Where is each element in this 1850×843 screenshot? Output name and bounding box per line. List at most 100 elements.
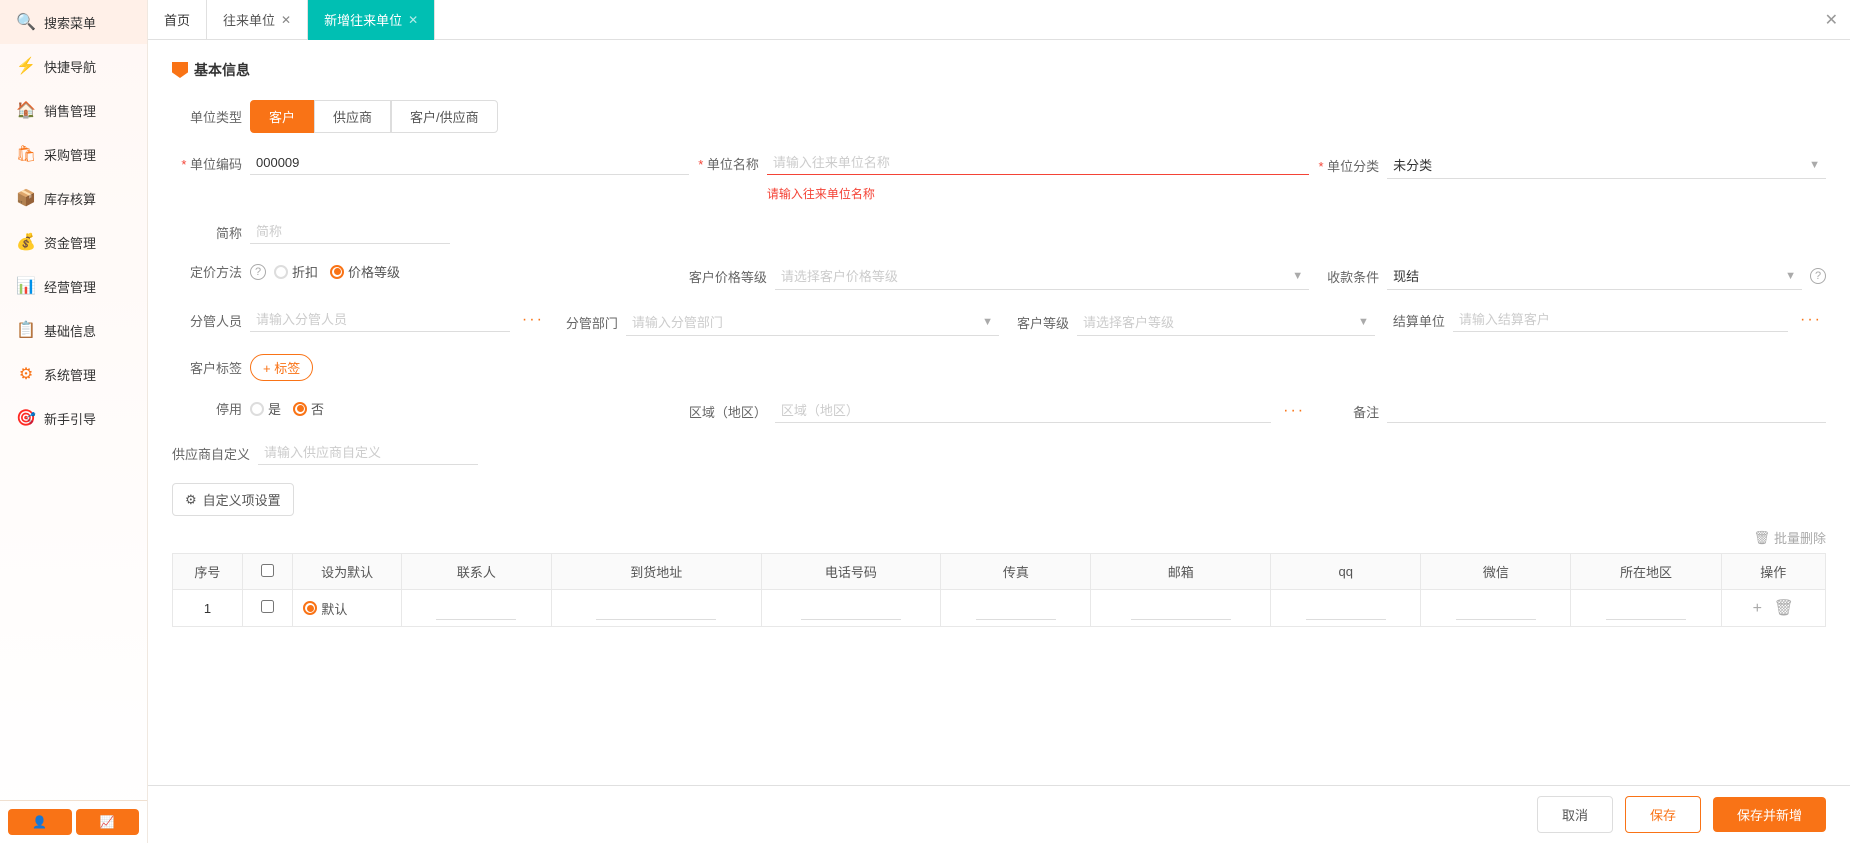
payment-terms-select[interactable]: 现结 ▼ bbox=[1387, 262, 1802, 290]
pricing-radio-discount[interactable]: 折扣 bbox=[274, 262, 318, 281]
sidebar: 🔍 搜索菜单 ⚡ 快捷导航 🏠 销售管理 🛍 采购管理 📦 库存核算 💰 资金管… bbox=[0, 0, 148, 843]
sidebar-label-search: 搜索菜单 bbox=[44, 13, 96, 32]
th-checkbox bbox=[242, 554, 293, 590]
customer-level-placeholder: 请选择客户等级 bbox=[1083, 312, 1354, 331]
content-area: 基本信息 单位类型 客户 供应商 客户/供应商 单位编码 单位名称 bbox=[148, 40, 1850, 785]
th-seq: 序号 bbox=[173, 554, 243, 590]
pricing-radio-discount-circle bbox=[274, 265, 288, 279]
manager-more-icon[interactable]: ··· bbox=[518, 311, 548, 329]
cancel-button[interactable]: 取消 bbox=[1537, 796, 1613, 833]
add-row-button[interactable]: + bbox=[1749, 598, 1766, 620]
sidebar-bottom-btn-2[interactable]: 📈 bbox=[76, 809, 140, 835]
th-action: 操作 bbox=[1721, 554, 1826, 590]
sidebar-item-search[interactable]: 🔍 搜索菜单 bbox=[0, 0, 147, 44]
table-row: 1 默认 bbox=[173, 590, 1826, 627]
unit-category-field: 单位分类 未分类 ▼ bbox=[1309, 151, 1826, 179]
sidebar-item-inventory[interactable]: 📦 库存核算 bbox=[0, 176, 147, 220]
settlement-label: 结算单位 bbox=[1375, 311, 1445, 330]
unit-code-input[interactable] bbox=[250, 151, 689, 175]
qq-input[interactable] bbox=[1306, 596, 1386, 620]
unit-category-label: 单位分类 bbox=[1309, 156, 1379, 175]
table-section: 🗑 批量删除 序号 设为默认 联系人 到货地址 电话号码 传真 邮箱 qq bbox=[172, 528, 1826, 627]
department-chevron-icon: ▼ bbox=[982, 316, 993, 328]
chart-icon: 📊 bbox=[16, 276, 36, 296]
pricing-radio-discount-label: 折扣 bbox=[292, 262, 318, 281]
unit-category-select[interactable]: 未分类 ▼ bbox=[1387, 151, 1826, 179]
region-input[interactable] bbox=[775, 399, 1271, 423]
remarks-label: 备注 bbox=[1309, 402, 1379, 421]
sidebar-item-purchase[interactable]: 🛍 采购管理 bbox=[0, 132, 147, 176]
row-checkbox[interactable] bbox=[261, 600, 274, 613]
disabled-radio-no[interactable]: 否 bbox=[293, 399, 324, 418]
fax-input[interactable] bbox=[976, 596, 1056, 620]
main-area: 首页 往来单位 ✕ 新增往来单位 ✕ ✕ 基本信息 单位类型 客户 供应商 bbox=[148, 0, 1850, 843]
contact-input[interactable] bbox=[436, 596, 516, 620]
tab-home-label: 首页 bbox=[164, 10, 190, 29]
sidebar-item-basic-info[interactable]: 📋 基础信息 bbox=[0, 308, 147, 352]
default-radio[interactable]: 默认 bbox=[303, 599, 391, 618]
th-fax: 传真 bbox=[941, 554, 1091, 590]
th-address: 到货地址 bbox=[551, 554, 761, 590]
save-button[interactable]: 保存 bbox=[1625, 796, 1701, 833]
region-more-icon[interactable]: ··· bbox=[1279, 402, 1309, 420]
customer-price-level-select[interactable]: 请选择客户价格等级 ▼ bbox=[775, 262, 1309, 290]
close-new-partner-tab-icon[interactable]: ✕ bbox=[408, 13, 418, 27]
sidebar-item-sales[interactable]: 🏠 销售管理 bbox=[0, 88, 147, 132]
sidebar-item-system[interactable]: ⚙ 系统管理 bbox=[0, 352, 147, 396]
cell-email bbox=[1091, 590, 1271, 627]
sidebar-item-guide[interactable]: 🎯 新手引导 bbox=[0, 396, 147, 440]
region-table-input[interactable] bbox=[1606, 596, 1686, 620]
supplier-custom-input[interactable] bbox=[258, 441, 478, 465]
payment-terms-help-icon[interactable]: ? bbox=[1810, 268, 1826, 284]
customer-level-select[interactable]: 请选择客户等级 ▼ bbox=[1077, 308, 1375, 336]
supplier-custom-label: 供应商自定义 bbox=[172, 444, 250, 463]
sidebar-item-operations[interactable]: 📊 经营管理 bbox=[0, 264, 147, 308]
cell-fax bbox=[941, 590, 1091, 627]
settlement-more-icon[interactable]: ··· bbox=[1796, 311, 1826, 329]
tab-partners-label: 往来单位 bbox=[223, 10, 275, 29]
tab-partners[interactable]: 往来单位 ✕ bbox=[207, 0, 308, 40]
select-all-checkbox[interactable] bbox=[261, 564, 274, 577]
sidebar-item-finance[interactable]: 💰 资金管理 bbox=[0, 220, 147, 264]
add-tag-button[interactable]: + 标签 bbox=[250, 354, 313, 381]
address-input[interactable] bbox=[596, 596, 716, 620]
th-email: 邮箱 bbox=[1091, 554, 1271, 590]
sidebar-bottom-btn-1[interactable]: 👤 bbox=[8, 809, 72, 835]
close-all-tabs-button[interactable]: ✕ bbox=[1813, 10, 1850, 30]
sidebar-item-quick-nav[interactable]: ⚡ 快捷导航 bbox=[0, 44, 147, 88]
manager-input[interactable] bbox=[250, 308, 510, 332]
unit-code-label: 单位编码 bbox=[172, 154, 242, 173]
batch-delete-button[interactable]: 🗑 批量删除 bbox=[1753, 528, 1826, 547]
unit-name-input[interactable] bbox=[767, 151, 1309, 175]
th-contact: 联系人 bbox=[401, 554, 551, 590]
unit-type-group: 客户 供应商 客户/供应商 bbox=[250, 100, 498, 133]
flag-icon bbox=[172, 62, 188, 78]
abbreviation-input[interactable] bbox=[250, 220, 450, 244]
tab-home[interactable]: 首页 bbox=[148, 0, 207, 40]
unit-btn-supplier[interactable]: 供应商 bbox=[314, 100, 391, 133]
disabled-radio-yes[interactable]: 是 bbox=[250, 399, 281, 418]
pricing-help-icon[interactable]: ? bbox=[250, 264, 266, 280]
email-input[interactable] bbox=[1131, 596, 1231, 620]
wechat-input[interactable] bbox=[1456, 596, 1536, 620]
pricing-radio-level-label: 价格等级 bbox=[348, 262, 400, 281]
delete-row-button[interactable]: 🗑 bbox=[1770, 596, 1798, 620]
remarks-input[interactable] bbox=[1387, 399, 1826, 423]
cell-region bbox=[1571, 590, 1721, 627]
settlement-input[interactable] bbox=[1453, 308, 1788, 332]
customer-price-level-chevron-icon: ▼ bbox=[1292, 270, 1303, 282]
custom-settings-button[interactable]: ⚙ 自定义项设置 bbox=[172, 483, 294, 516]
unit-btn-customer[interactable]: 客户 bbox=[250, 100, 314, 133]
tab-new-partner[interactable]: 新增往来单位 ✕ bbox=[308, 0, 435, 40]
save-and-new-button[interactable]: 保存并新增 bbox=[1713, 797, 1826, 832]
department-field: 分管部门 请输入分管部门 ▼ bbox=[548, 308, 999, 336]
unit-btn-both[interactable]: 客户/供应商 bbox=[391, 100, 498, 133]
close-partners-tab-icon[interactable]: ✕ bbox=[281, 13, 291, 27]
phone-input[interactable] bbox=[801, 596, 901, 620]
abbreviation-field: 简称 bbox=[172, 220, 1826, 244]
disabled-radio-no-circle bbox=[293, 402, 307, 416]
pricing-radio-level[interactable]: 价格等级 bbox=[330, 262, 400, 281]
add-tag-label: + 标签 bbox=[263, 358, 300, 377]
sidebar-label-operations: 经营管理 bbox=[44, 277, 96, 296]
department-select[interactable]: 请输入分管部门 ▼ bbox=[626, 308, 999, 336]
